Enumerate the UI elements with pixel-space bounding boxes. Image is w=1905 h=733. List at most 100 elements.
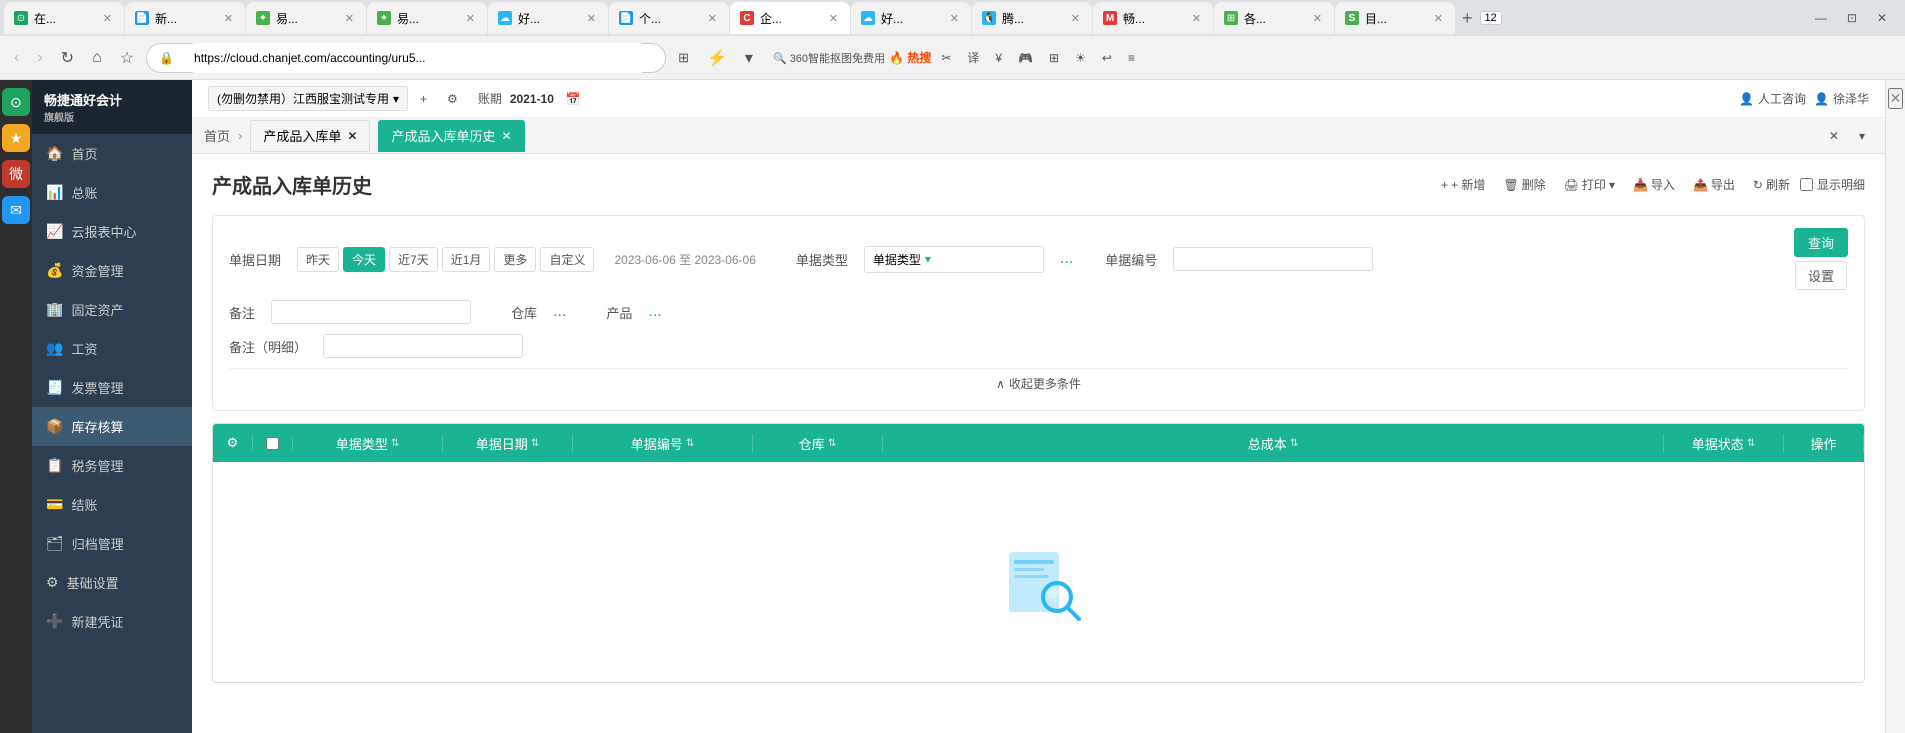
sidebar-item-fixed[interactable]: 🏢 固定资产 [32,290,192,329]
delete-button[interactable]: 🗑 删除 [1495,172,1553,197]
sidebar-item-home[interactable]: 🏠 首页 [32,134,192,173]
minimize-button[interactable]: — [1809,7,1833,29]
browser-tab-3[interactable]: ✦ 易... ✕ [246,2,366,34]
browser-tab-2[interactable]: 📄 新... ✕ [125,2,245,34]
sidebar-item-tax[interactable]: 📋 税务管理 [32,446,192,485]
sidebar-item-invoice[interactable]: 🧾 发票管理 [32,368,192,407]
forward-button[interactable]: › [31,45,48,71]
home-button[interactable]: ⌂ [86,45,108,71]
warehouse-filter-dots[interactable]: ... [553,303,566,321]
customer-service[interactable]: 👤 人工咨询 [1739,90,1806,107]
show-detail-toggle[interactable]: 显示明细 [1800,176,1865,193]
th-date[interactable]: 单据日期 ⇅ [443,434,573,453]
yuan-button[interactable]: ¥ [989,49,1008,67]
no-filter-input[interactable] [1173,247,1373,271]
th-gear[interactable]: ⚙ [213,435,253,451]
th-check[interactable] [253,437,293,450]
browser-tab-10[interactable]: M 畅... ✕ [1093,2,1213,34]
tab-history-page[interactable]: 产成品入库单历史 ✕ [378,120,524,152]
tab-close-7[interactable]: ✕ [827,10,840,27]
reload-button[interactable]: ↻ [55,44,80,72]
tab-list-page[interactable]: 产成品入库单 ✕ [250,120,370,152]
restore-button[interactable]: ⊡ [1841,7,1863,29]
tab-close-8[interactable]: ✕ [948,10,961,27]
type-filter-select[interactable]: 单据类型 ▾ [864,246,1044,273]
app-icon-red-weibo[interactable]: 微 [2,160,30,188]
more-tabs-button[interactable]: ▾ [1851,125,1873,147]
refresh-button[interactable]: ↻ 刷新 [1745,172,1798,197]
back-button[interactable]: ‹ [8,45,25,71]
print-button[interactable]: 🖨 打印 ▾ [1556,172,1623,197]
close-tab-button[interactable]: ✕ [1821,125,1847,147]
date-btn-more[interactable]: 更多 [494,247,536,272]
sidebar-item-fund[interactable]: 💰 资金管理 [32,251,192,290]
date-btn-1month[interactable]: 近1月 [442,247,491,272]
select-all-checkbox[interactable] [266,437,279,450]
collapse-button[interactable]: ∧ 收起更多条件 [229,368,1848,398]
new-tab-button[interactable]: + [1456,8,1479,29]
sidebar-item-report[interactable]: 📈 云报表中心 [32,212,192,251]
scissors-button[interactable]: ✂ [935,49,957,67]
sidebar-item-newbill[interactable]: ➕ 新建凭证 [32,602,192,641]
export-button[interactable]: 📤 导出 [1685,172,1743,197]
calendar-button[interactable]: 📅 [558,88,589,110]
extensions-button[interactable]: ⊞ [672,46,695,70]
tab-history-close-icon[interactable]: ✕ [501,129,511,143]
tab-close-5[interactable]: ✕ [585,10,598,27]
settings-button[interactable]: ⚙ [439,88,466,110]
breadcrumb-home[interactable]: 首页 [204,126,230,145]
remark-filter-input[interactable] [271,300,471,324]
browser-tab-4[interactable]: ✦ 易... ✕ [367,2,487,34]
th-type[interactable]: 单据类型 ⇅ [293,434,443,453]
app-icon-green[interactable]: ⊙ [2,88,30,116]
date-btn-yesterday[interactable]: 昨天 [297,247,339,272]
tab-close-12[interactable]: ✕ [1432,10,1445,27]
type-filter-dots[interactable]: ... [1060,250,1073,268]
browser-tab-11[interactable]: ⊞ 各... ✕ [1214,2,1334,34]
translate-button[interactable]: 译 [961,47,985,68]
app-icon-email[interactable]: ✉ [2,196,30,224]
brightness-button[interactable]: ☀ [1069,49,1092,67]
sidebar-item-ledger[interactable]: 📊 总账 [32,173,192,212]
browser-tab-5[interactable]: ☁ 好... ✕ [488,2,608,34]
game-button[interactable]: 🎮 [1012,49,1039,67]
sidebar-item-basic[interactable]: ⚙ 基础设置 [32,563,192,602]
tab-close-2[interactable]: ✕ [222,10,235,27]
product-filter-dots[interactable]: ... [648,303,661,321]
browser-tab-6[interactable]: 📄 个... ✕ [609,2,729,34]
sidebar-item-settlement[interactable]: 💳 结账 [32,485,192,524]
th-cost[interactable]: 总成本 ⇅ [883,434,1664,453]
account-selector[interactable]: (勿删勿禁用）江西服宝测试专用 ▾ [208,86,408,111]
show-detail-checkbox[interactable] [1800,178,1813,191]
user-info[interactable]: 👤 徐泽华 [1814,90,1869,107]
detail-remark-input[interactable] [323,334,523,358]
tab-close-9[interactable]: ✕ [1069,10,1082,27]
bookmark-button[interactable]: ☆ [114,44,140,72]
tab-list-close-icon[interactable]: ✕ [347,129,357,143]
app-icon-yellow[interactable]: ★ [2,124,30,152]
tab-close-11[interactable]: ✕ [1311,10,1324,27]
settings-filter-button[interactable]: 设置 [1795,261,1847,290]
address-input[interactable] [182,43,653,73]
tab-close-10[interactable]: ✕ [1190,10,1203,27]
browser-tab-1[interactable]: ⊙ 在... ✕ [4,2,124,34]
tab-close-4[interactable]: ✕ [464,10,477,27]
th-no[interactable]: 单据编号 ⇅ [573,434,753,453]
browser-tab-9[interactable]: 🐧 腾... ✕ [972,2,1092,34]
lightning-button[interactable]: ⚡ [701,44,733,72]
add-button[interactable]: + + 新增 [1433,172,1493,197]
browser-tab-7[interactable]: C 企... ✕ [730,2,850,34]
th-status[interactable]: 单据状态 ⇅ [1664,434,1784,453]
tab-close-3[interactable]: ✕ [343,10,356,27]
date-btn-today[interactable]: 今天 [343,247,385,272]
browser-tab-12[interactable]: S 目... ✕ [1335,2,1455,34]
import-button[interactable]: 📥 导入 [1625,172,1683,197]
tab-close-6[interactable]: ✕ [706,10,719,27]
dropdown-button[interactable]: ▾ [739,44,759,72]
tab-close-1[interactable]: ✕ [101,10,114,27]
th-warehouse[interactable]: 仓库 ⇅ [753,434,883,453]
grid-button[interactable]: ⊞ [1043,49,1065,67]
sidebar-item-payroll[interactable]: 👥 工资 [32,329,192,368]
sidebar-item-inventory[interactable]: 📦 库存核算 [32,407,192,446]
right-panel-close-button[interactable]: ✕ [1888,88,1904,109]
